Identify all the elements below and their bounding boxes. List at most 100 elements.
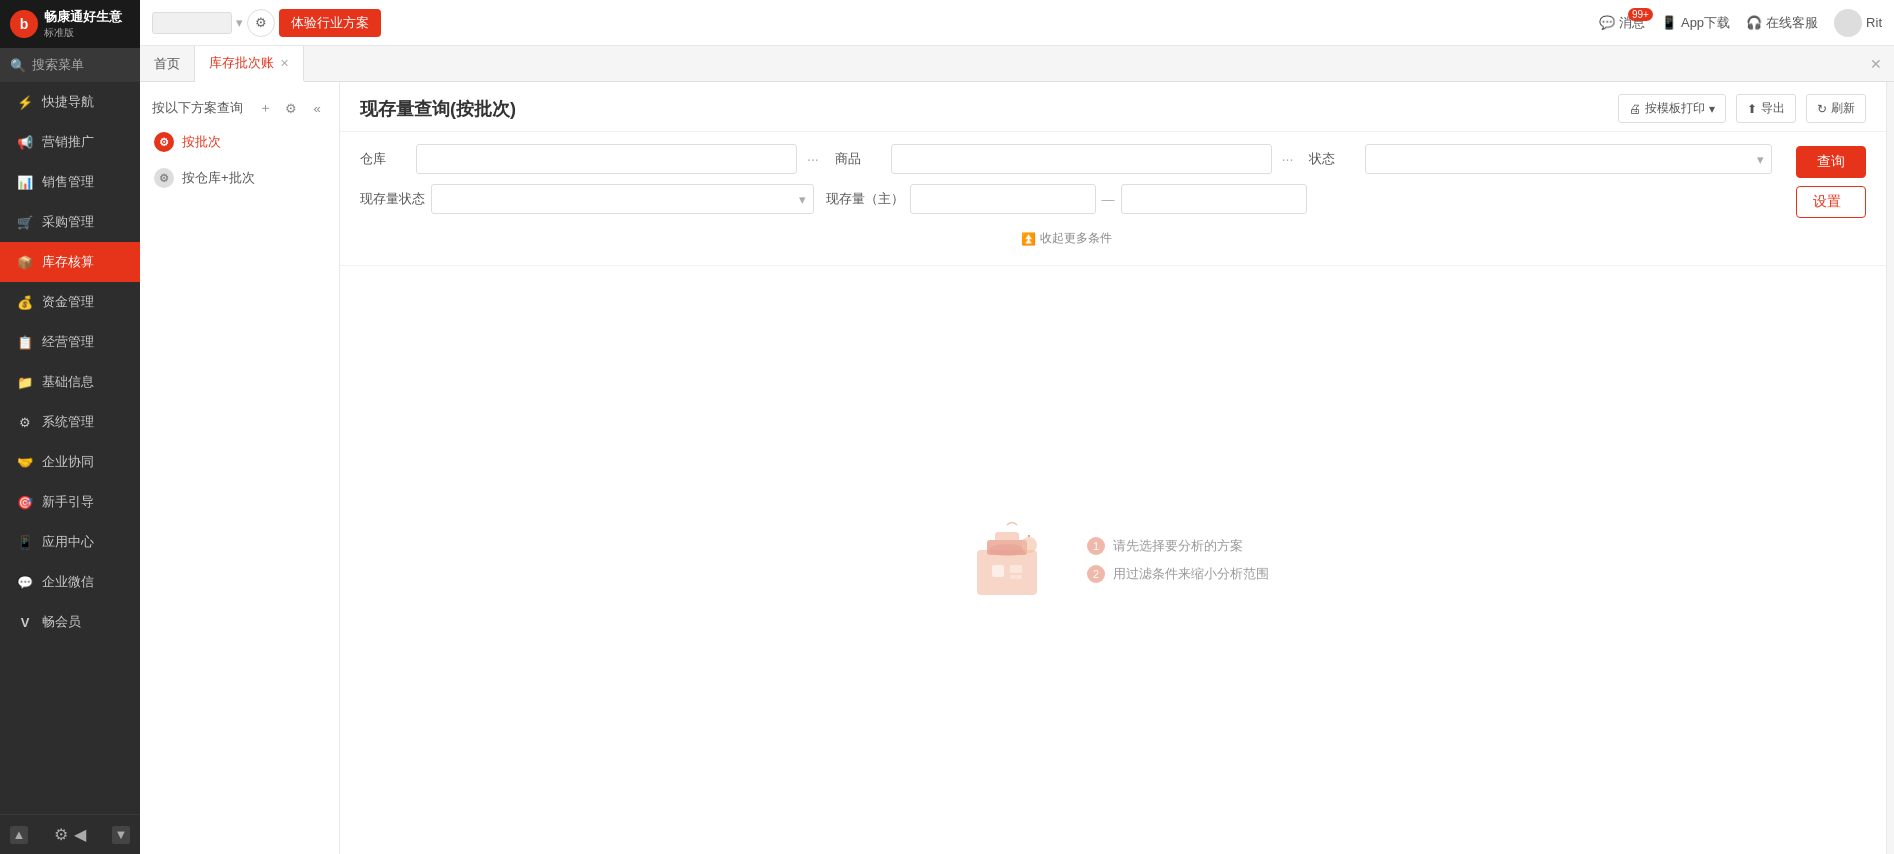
- refresh-label: 刷新: [1831, 100, 1855, 117]
- left-panel-header-actions: ＋ ⚙ «: [255, 98, 327, 118]
- left-panel: 按以下方案查询 ＋ ⚙ « ⚙ 按批次 ⚙ 按仓库+批次: [140, 82, 340, 854]
- refresh-button[interactable]: ↻ 刷新: [1806, 94, 1866, 123]
- page-actions: 🖨 按模板打印 ▾ ⬆ 导出 ↻ 刷新: [1618, 94, 1866, 123]
- filter-stock-status: 现存量状态: [360, 184, 814, 214]
- messages-button[interactable]: 💬 消息 99+: [1599, 14, 1645, 32]
- product-dots-button[interactable]: ···: [1278, 151, 1298, 167]
- sidebar-item-basic[interactable]: 📁 基础信息: [0, 362, 140, 402]
- topbar-settings-button[interactable]: ⚙: [247, 9, 275, 37]
- sidebar-item-purchase[interactable]: 🛒 采购管理: [0, 202, 140, 242]
- sidebar: b 畅康通好生意 标准版 🔍 搜索菜单 ⚡ 快捷导航 📢 营销推广 📊 销售管理…: [0, 0, 140, 854]
- warehouse-dots-button[interactable]: ···: [803, 151, 823, 167]
- add-plan-button[interactable]: ＋: [255, 98, 275, 118]
- sidebar-item-inventory[interactable]: 📦 库存核算: [0, 242, 140, 282]
- filter-product: 商品 ···: [835, 144, 1298, 174]
- tab-home[interactable]: 首页: [140, 46, 195, 82]
- phone-icon: 📱: [1661, 15, 1677, 30]
- tab-close-icon[interactable]: ✕: [280, 57, 289, 70]
- collapse-panel-button[interactable]: «: [307, 98, 327, 118]
- query-button[interactable]: 查询: [1796, 146, 1866, 178]
- filter-status: 状态: [1309, 144, 1772, 174]
- settings-button[interactable]: 设置: [1796, 186, 1866, 218]
- stock-qty-min-input[interactable]: [910, 184, 1096, 214]
- collapse-filter-button[interactable]: ⏫ 收起更多条件: [360, 224, 1772, 253]
- tip-num-1: 1: [1087, 537, 1105, 555]
- stock-status-wrap: [431, 184, 814, 214]
- app-download-button[interactable]: 📱 App下载: [1661, 14, 1730, 32]
- service-icon: 🎧: [1746, 15, 1762, 30]
- sidebar-item-apps[interactable]: 📱 应用中心: [0, 522, 140, 562]
- plan-item-batch[interactable]: ⚙ 按批次: [140, 124, 339, 160]
- user-menu-button[interactable]: Rit: [1834, 9, 1882, 37]
- marketing-icon: 📢: [16, 133, 34, 151]
- online-service-button[interactable]: 🎧 在线客服: [1746, 14, 1818, 32]
- svg-rect-0: [977, 550, 1037, 595]
- wechat-icon: 💬: [16, 573, 34, 591]
- collapse-label: 收起更多条件: [1040, 230, 1112, 247]
- settings-footer-icon[interactable]: ⚙: [54, 825, 68, 844]
- plan-settings-button[interactable]: ⚙: [281, 98, 301, 118]
- sidebar-item-operation[interactable]: 📋 经营管理: [0, 322, 140, 362]
- sidebar-item-label: 库存核算: [42, 253, 94, 271]
- status-filter-select[interactable]: [1365, 144, 1772, 174]
- svg-rect-6: [1010, 575, 1022, 579]
- sidebar-item-marketing[interactable]: 📢 营销推广: [0, 122, 140, 162]
- empty-illustration: [957, 510, 1057, 610]
- search-icon: 🔍: [10, 58, 26, 73]
- sidebar-item-label: 应用中心: [42, 533, 94, 551]
- sidebar-nav: ⚡ 快捷导航 📢 营销推广 📊 销售管理 🛒 采购管理 📦 库存核算 💰 资金管…: [0, 82, 140, 814]
- tip-text-1: 请先选择要分析的方案: [1113, 537, 1243, 555]
- trial-button[interactable]: 体验行业方案: [279, 9, 381, 37]
- stock-qty-max-input[interactable]: [1121, 184, 1307, 214]
- sidebar-item-label: 企业微信: [42, 573, 94, 591]
- status-filter-label: 状态: [1309, 150, 1359, 168]
- sidebar-item-system[interactable]: ⚙ 系统管理: [0, 402, 140, 442]
- member-icon: V: [16, 613, 34, 631]
- inventory-batch-tab-label: 库存批次账: [209, 54, 274, 72]
- sidebar-item-label: 采购管理: [42, 213, 94, 231]
- collapse-sidebar-icon[interactable]: ◀: [74, 825, 86, 844]
- print-button[interactable]: 🖨 按模板打印 ▾: [1618, 94, 1726, 123]
- query-actions: 查询 设置: [1784, 144, 1866, 218]
- sidebar-item-quick-nav[interactable]: ⚡ 快捷导航: [0, 82, 140, 122]
- breadcrumb-arrow-icon: ▾: [236, 15, 243, 30]
- apps-icon: 📱: [16, 533, 34, 551]
- product-filter-input[interactable]: [891, 144, 1272, 174]
- sidebar-item-sales[interactable]: 📊 销售管理: [0, 162, 140, 202]
- search-label: 搜索菜单: [32, 56, 84, 74]
- export-button[interactable]: ⬆ 导出: [1736, 94, 1796, 123]
- sidebar-search[interactable]: 🔍 搜索菜单: [0, 48, 140, 82]
- sidebar-scroll-up-button[interactable]: ▲: [10, 826, 28, 844]
- sidebar-item-label: 系统管理: [42, 413, 94, 431]
- sidebar-item-wechat[interactable]: 💬 企业微信: [0, 562, 140, 602]
- sidebar-item-guide[interactable]: 🎯 新手引导: [0, 482, 140, 522]
- guide-icon: 🎯: [16, 493, 34, 511]
- refresh-icon: ↻: [1817, 102, 1827, 116]
- filter-stock-qty: 现存量（主） —: [826, 184, 1307, 214]
- sidebar-header-text: 畅康通好生意 标准版: [44, 8, 122, 40]
- sidebar-item-label: 基础信息: [42, 373, 94, 391]
- breadcrumb-input[interactable]: [152, 12, 232, 34]
- sidebar-item-label: 企业协同: [42, 453, 94, 471]
- export-label: 导出: [1761, 100, 1785, 117]
- sidebar-item-label: 新手引导: [42, 493, 94, 511]
- stock-status-select[interactable]: [431, 184, 814, 214]
- sidebar-item-corp[interactable]: 🤝 企业协同: [0, 442, 140, 482]
- sidebar-item-finance[interactable]: 💰 资金管理: [0, 282, 140, 322]
- tip-num-2: 2: [1087, 565, 1105, 583]
- sidebar-scroll-down-button[interactable]: ▼: [112, 826, 130, 844]
- quick-nav-icon: ⚡: [16, 93, 34, 111]
- warehouse-filter-input[interactable]: [416, 144, 797, 174]
- sidebar-item-label: 快捷导航: [42, 93, 94, 111]
- tab-close-page-icon[interactable]: ✕: [1870, 56, 1882, 72]
- corp-icon: 🤝: [16, 453, 34, 471]
- sidebar-item-member[interactable]: V 畅会员: [0, 602, 140, 642]
- plan-label-batch: 按批次: [182, 133, 221, 151]
- empty-tips: 1 请先选择要分析的方案 2 用过滤条件来缩小分析范围: [1087, 537, 1269, 583]
- topbar: ▾ ⚙ 体验行业方案 💬 消息 99+ 📱 App下载 🎧 在线客服 Rit: [140, 0, 1894, 46]
- finance-icon: 💰: [16, 293, 34, 311]
- main-area: ▾ ⚙ 体验行业方案 💬 消息 99+ 📱 App下载 🎧 在线客服 Rit: [140, 0, 1894, 854]
- plan-item-warehouse-batch[interactable]: ⚙ 按仓库+批次: [140, 160, 339, 196]
- tab-inventory-batch[interactable]: 库存批次账 ✕: [195, 46, 304, 82]
- right-scrollbar[interactable]: [1886, 82, 1894, 854]
